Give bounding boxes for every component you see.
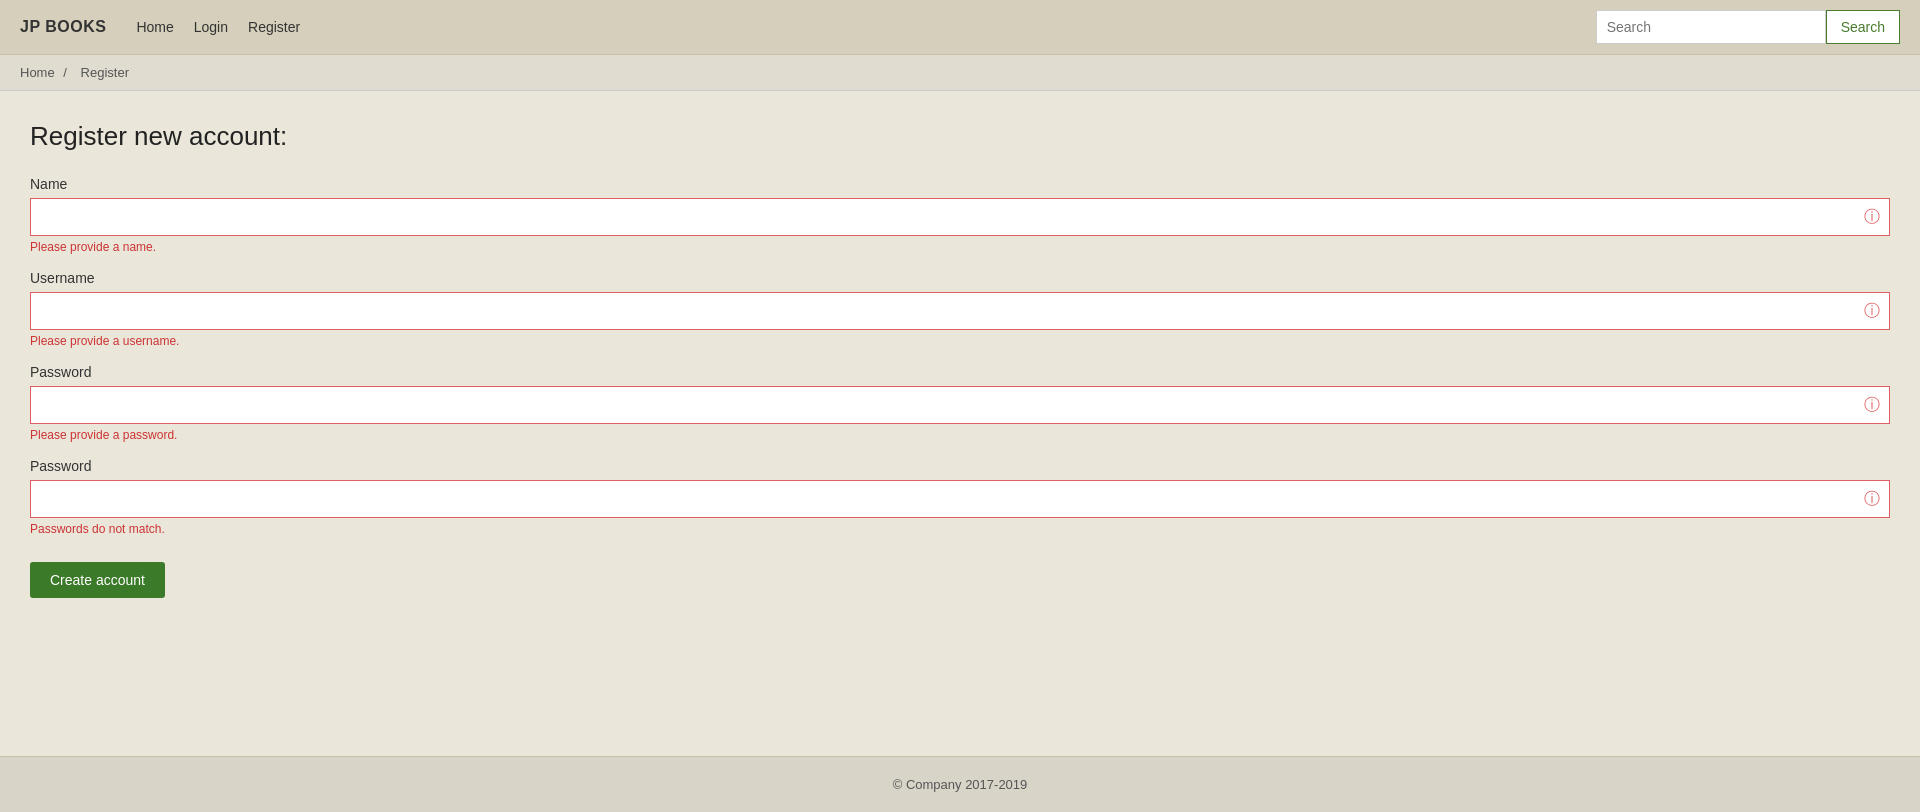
breadcrumb-current: Register [81, 65, 129, 80]
password-error: Please provide a password. [30, 428, 1890, 442]
breadcrumb-home[interactable]: Home [20, 65, 55, 80]
password-group: Password ⓘ Please provide a password. [30, 364, 1890, 442]
username-group: Username ⓘ Please provide a username. [30, 270, 1890, 348]
name-error: Please provide a name. [30, 240, 1890, 254]
main-content: Register new account: Name ⓘ Please prov… [0, 91, 1920, 756]
nav-links: Home Login Register [136, 19, 1595, 35]
nav-register-link[interactable]: Register [248, 19, 300, 35]
breadcrumb: Home / Register [0, 55, 1920, 91]
password-label: Password [30, 364, 1890, 380]
username-error: Please provide a username. [30, 334, 1890, 348]
password-input[interactable] [30, 386, 1890, 424]
register-form: Name ⓘ Please provide a name. Username ⓘ… [30, 176, 1890, 598]
brand: JP BOOKS [20, 18, 106, 36]
confirm-password-input-wrapper: ⓘ [30, 480, 1890, 518]
footer-text: © Company 2017-2019 [893, 777, 1028, 792]
navbar: JP BOOKS Home Login Register Search [0, 0, 1920, 55]
confirm-password-label: Password [30, 458, 1890, 474]
confirm-password-input[interactable] [30, 480, 1890, 518]
password-input-wrapper: ⓘ [30, 386, 1890, 424]
name-label: Name [30, 176, 1890, 192]
search-area: Search [1596, 10, 1900, 44]
name-input[interactable] [30, 198, 1890, 236]
name-input-wrapper: ⓘ [30, 198, 1890, 236]
name-group: Name ⓘ Please provide a name. [30, 176, 1890, 254]
username-input-wrapper: ⓘ [30, 292, 1890, 330]
nav-login-link[interactable]: Login [194, 19, 228, 35]
confirm-password-group: Password ⓘ Passwords do not match. [30, 458, 1890, 536]
search-input[interactable] [1596, 10, 1826, 44]
username-input[interactable] [30, 292, 1890, 330]
page-title: Register new account: [30, 121, 1890, 152]
confirm-password-error: Passwords do not match. [30, 522, 1890, 536]
create-account-button[interactable]: Create account [30, 562, 165, 598]
username-label: Username [30, 270, 1890, 286]
footer: © Company 2017-2019 [0, 756, 1920, 812]
breadcrumb-separator: / [63, 65, 67, 80]
search-button[interactable]: Search [1826, 10, 1900, 44]
nav-home-link[interactable]: Home [136, 19, 173, 35]
